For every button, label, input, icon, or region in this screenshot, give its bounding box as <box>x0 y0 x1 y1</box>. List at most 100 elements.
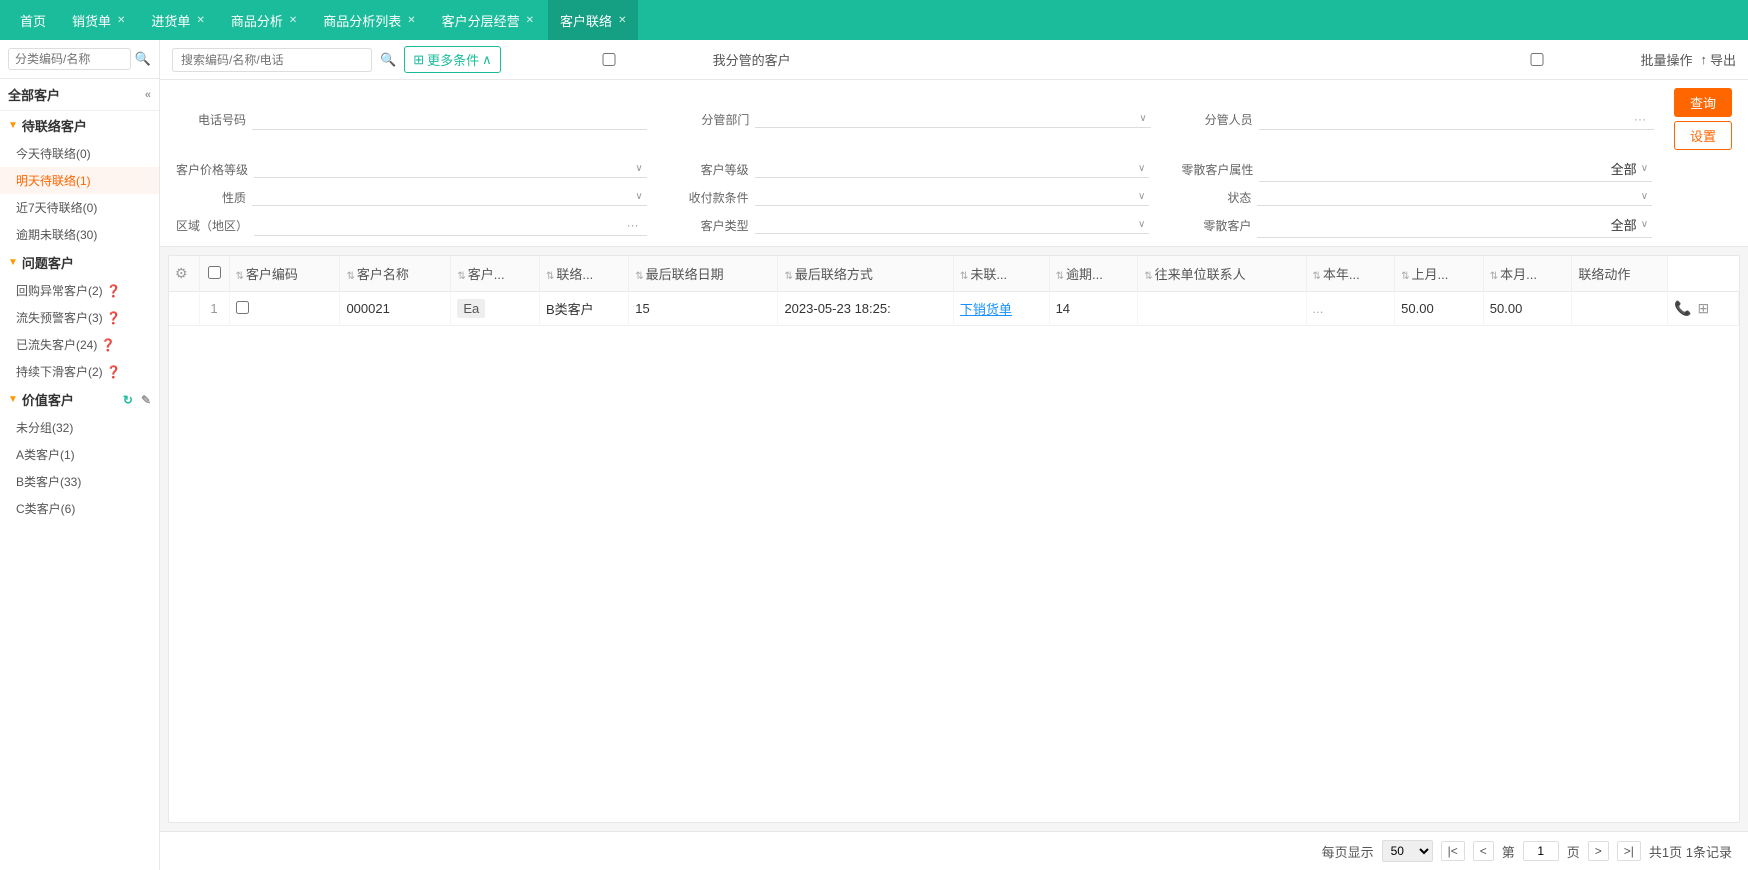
close-icon[interactable]: ✕ <box>117 15 125 26</box>
dotdot-icon[interactable]: ··· <box>1630 112 1650 126</box>
last-method-link[interactable]: 下销货单 <box>960 302 1012 317</box>
col-last-contact-method[interactable]: ⇅最后联络方式 <box>778 256 953 292</box>
retail-customer-select[interactable]: 全部 ∨ <box>1257 212 1652 238</box>
col-overdue[interactable]: ⇅逾期... <box>1049 256 1138 292</box>
phone-action-icon[interactable]: 📞 <box>1674 300 1691 317</box>
filter-person: 分管人员 ··· <box>1183 109 1654 130</box>
nav-sales-order[interactable]: 销货单 ✕ <box>60 0 137 40</box>
grid-action-icon[interactable]: ⊞ <box>1698 300 1710 317</box>
sidebar-item-declining[interactable]: 持续下滑客户(2) ❓ <box>0 358 159 385</box>
col-customer-name[interactable]: ⇅客户名称 <box>340 256 451 292</box>
last-page-btn[interactable]: >| <box>1617 841 1641 861</box>
close-icon[interactable]: ✕ <box>407 15 415 26</box>
col-unlinked[interactable]: ⇅未联... <box>953 256 1049 292</box>
search-icon[interactable]: 🔍 <box>380 52 396 68</box>
row-select-checkbox[interactable] <box>236 301 249 314</box>
sidebar-item-ungrouped[interactable]: 未分组(32) <box>0 414 159 441</box>
col-this-month[interactable]: ⇅本月... <box>1483 256 1572 292</box>
filter-right-actions: 批量操作 ↑ 导出 <box>1437 50 1736 69</box>
refresh-icon[interactable]: ↻ <box>123 393 133 407</box>
col-last-month[interactable]: ⇅上月... <box>1395 256 1484 292</box>
sidebar-group-pending: ▼ 待联络客户 <box>0 111 159 140</box>
next-page-btn[interactable]: > <box>1588 841 1609 861</box>
filter-bar: 🔍 ⊞ 更多条件 ∧ 我分管的客户 批量操作 ↑ 导出 <box>160 40 1748 80</box>
sidebar-search-bar: 🔍 <box>0 40 159 79</box>
sidebar-group-value: ▼ 价值客户 ↻ ✎ <box>0 385 159 414</box>
sidebar-item-overdue-pending[interactable]: 逾期未联络(30) <box>0 221 159 248</box>
page-size-select[interactable]: 50 100 200 <box>1382 840 1433 862</box>
nav-product-analysis[interactable]: 商品分析 ✕ <box>219 0 309 40</box>
edit-icon[interactable]: ✎ <box>141 393 151 407</box>
nav-product-analysis-list[interactable]: 商品分析列表 ✕ <box>311 0 427 40</box>
dept-select[interactable]: ∨ <box>755 110 1150 128</box>
sidebar-item-class-c[interactable]: C类客户(6) <box>0 495 159 522</box>
close-icon[interactable]: ✕ <box>289 15 297 26</box>
table-row: 1 000021 Ea B类客户 15 2023-05-23 18:25: 下销… <box>169 292 1739 326</box>
nature-select[interactable]: ∨ <box>252 188 647 206</box>
my-customer-check[interactable] <box>509 53 709 66</box>
sidebar-item-today-pending[interactable]: 今天待联络(0) <box>0 140 159 167</box>
gear-icon[interactable]: ⚙ <box>175 265 188 281</box>
first-page-btn[interactable]: |< <box>1441 841 1465 861</box>
row-last-month: 50.00 <box>1483 292 1572 326</box>
batch-checkbox[interactable] <box>1437 53 1637 66</box>
prev-page-btn[interactable]: < <box>1473 841 1494 861</box>
filter-payment: 收付款条件 ∨ <box>679 188 1150 206</box>
close-icon[interactable]: ✕ <box>526 15 534 26</box>
customer-level-select[interactable]: ∨ <box>755 160 1150 178</box>
row-checkbox <box>229 292 340 326</box>
chevron-down-icon: ∨ <box>1641 219 1648 230</box>
col-this-year[interactable]: ⇅本年... <box>1306 256 1395 292</box>
sidebar-item-class-a[interactable]: A类客户(1) <box>0 441 159 468</box>
nav-home[interactable]: 首页 <box>8 0 58 40</box>
col-actions: 联络动作 <box>1572 256 1668 292</box>
my-customer-checkbox[interactable]: 我分管的客户 <box>509 50 791 69</box>
status-select[interactable]: ∨ <box>1257 188 1652 206</box>
col-unit-contact[interactable]: ⇅往来单位联系人 <box>1138 256 1306 292</box>
filter-region: 区域（地区） ··· <box>176 215 647 236</box>
close-icon[interactable]: ✕ <box>196 15 204 26</box>
batch-operation-btn[interactable]: 批量操作 <box>1437 50 1692 69</box>
sidebar-item-tomorrow-pending[interactable]: 明天待联络(1) <box>0 167 159 194</box>
sidebar-all-customers[interactable]: 全部客户 « <box>0 79 159 111</box>
export-btn[interactable]: ↑ 导出 <box>1700 50 1736 69</box>
retail-attr-select[interactable]: 全部 ∨ <box>1259 156 1652 182</box>
price-level-select[interactable]: ∨ <box>254 160 647 178</box>
customer-type-select[interactable]: ∨ <box>755 216 1150 234</box>
filter-customer-level: 客户等级 ∨ <box>679 160 1150 178</box>
filter-nature: 性质 ∨ <box>176 188 647 206</box>
setting-button[interactable]: 设置 <box>1674 121 1732 150</box>
page-number-input[interactable] <box>1523 841 1559 861</box>
sidebar-item-churn-warning[interactable]: 流失预警客户(3) ❓ <box>0 304 159 331</box>
row-last-method: 下销货单 <box>953 292 1049 326</box>
sidebar-item-class-b[interactable]: B类客户(33) <box>0 468 159 495</box>
query-button[interactable]: 查询 <box>1674 88 1732 117</box>
sidebar-search-input[interactable] <box>8 48 131 70</box>
search-icon[interactable]: 🔍 <box>135 51 151 67</box>
chevron-down-icon: ∨ <box>1138 191 1145 202</box>
sidebar-item-churned[interactable]: 已流失客户(24) ❓ <box>0 331 159 358</box>
select-all-checkbox[interactable] <box>208 266 221 279</box>
col-contact-count[interactable]: ⇅联络... <box>540 256 629 292</box>
close-icon[interactable]: ✕ <box>618 15 626 26</box>
more-conditions-btn[interactable]: ⊞ 更多条件 ∧ <box>404 46 500 73</box>
sort-icon: ⇅ <box>346 271 354 282</box>
search-input[interactable] <box>172 48 372 72</box>
sidebar-item-week-pending[interactable]: 近7天待联络(0) <box>0 194 159 221</box>
dotdot-icon[interactable]: ··· <box>623 218 643 232</box>
sort-icon: ⇅ <box>546 271 554 282</box>
filter-dept: 分管部门 ∨ <box>679 110 1150 128</box>
col-customer-code[interactable]: ⇅客户编码 <box>229 256 340 292</box>
sidebar-item-abnormal-repurchase[interactable]: 回购异常客户(2) ❓ <box>0 277 159 304</box>
nav-purchase-order[interactable]: 进货单 ✕ <box>139 0 216 40</box>
chevron-down-icon: ∨ <box>635 191 642 202</box>
sort-icon: ⇅ <box>1056 271 1064 282</box>
col-customer-type[interactable]: ⇅客户... <box>451 256 540 292</box>
phone-input[interactable] <box>252 109 647 130</box>
row-overdue <box>1138 292 1306 326</box>
nav-customer-contact[interactable]: 客户联络 ✕ <box>548 0 638 40</box>
col-last-contact-date[interactable]: ⇅最后联络日期 <box>629 256 778 292</box>
sort-icon: ⇅ <box>457 271 465 282</box>
payment-select[interactable]: ∨ <box>755 188 1150 206</box>
nav-customer-tier[interactable]: 客户分层经营 ✕ <box>430 0 546 40</box>
